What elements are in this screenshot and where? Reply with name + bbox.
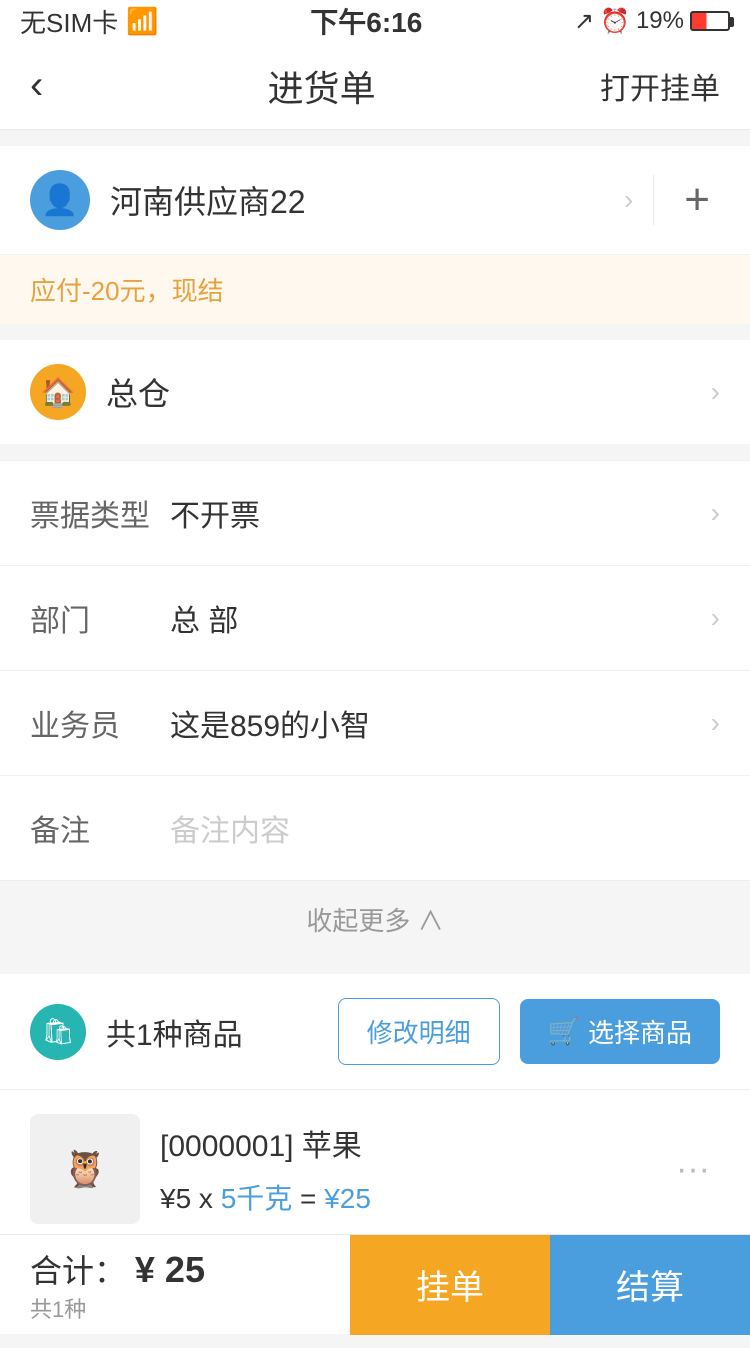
products-count: 共1种商品 — [106, 1010, 318, 1054]
remark-label: 备注 — [30, 806, 170, 850]
warehouse-name: 总仓 — [106, 369, 711, 415]
dept-row[interactable]: 部门 总 部 › — [0, 565, 750, 670]
warehouse-icon-symbol: 🏠 — [41, 376, 76, 409]
nav-bar: ‹ 进货单 打开挂单 — [0, 42, 750, 130]
invoice-value: 不开票 — [170, 491, 711, 535]
sales-row[interactable]: 业务员 这是859的小智 › — [0, 670, 750, 775]
status-bar: 无SIM卡 📶 下午6:16 ↗ ⏰ 19% — [0, 0, 750, 42]
product-thumbnail: 🦉 — [30, 1114, 140, 1224]
product-more-button[interactable]: ··· — [666, 1150, 720, 1189]
unit-price: ¥5 x — [160, 1183, 221, 1214]
collapse-bar[interactable]: 收起更多 ∧ — [0, 880, 750, 958]
avatar-icon: 👤 — [41, 183, 78, 218]
remark-input[interactable]: 备注内容 — [170, 806, 720, 850]
hang-button[interactable]: 挂单 — [350, 1235, 550, 1335]
wifi-icon: 📶 — [126, 6, 158, 37]
product-thumb-icon: 🦉 — [63, 1148, 108, 1190]
products-icon: 🛍 — [30, 1004, 86, 1060]
invoice-row[interactable]: 票据类型 不开票 › — [0, 460, 750, 565]
total-sub: 共1种 — [30, 1292, 320, 1324]
equals: = — [292, 1183, 324, 1214]
carrier-label: 无SIM卡 — [20, 3, 118, 40]
status-left: 无SIM卡 📶 — [20, 3, 159, 40]
sales-value: 这是859的小智 — [170, 701, 711, 745]
total-row: 合计： ¥ 25 — [30, 1246, 320, 1292]
page-title: 进货单 — [268, 60, 376, 112]
open-hang-button[interactable]: 打开挂单 — [600, 64, 720, 108]
warehouse-row[interactable]: 🏠 总仓 › — [0, 340, 750, 444]
invoice-label: 票据类型 — [30, 491, 170, 535]
sales-chevron-icon: › — [711, 707, 720, 739]
warehouse-icon: 🏠 — [30, 364, 86, 420]
warehouse-card: 🏠 总仓 › — [0, 340, 750, 444]
products-header: 🛍 共1种商品 修改明细 🛒 选择商品 — [0, 974, 750, 1089]
dept-value: 总 部 — [170, 596, 711, 640]
supplier-card: 👤 河南供应商22 › + 应付-20元，现结 — [0, 146, 750, 324]
battery-icon — [690, 11, 730, 31]
back-button[interactable]: ‹ — [30, 63, 43, 108]
add-supplier-button[interactable]: + — [674, 175, 720, 225]
total-section: 合计： ¥ 25 共1种 — [0, 1246, 350, 1324]
product-code: [0000001] — [160, 1130, 302, 1163]
gap-3 — [0, 444, 750, 460]
info-banner-text: 应付-20元，现结 — [30, 276, 224, 306]
invoice-chevron-icon: › — [711, 497, 720, 529]
select-product-label: 选择商品 — [588, 1013, 692, 1050]
dept-label: 部门 — [30, 596, 170, 640]
battery-percent: 19% — [636, 7, 684, 35]
status-time: 下午6:16 — [310, 1, 422, 41]
status-right: ↗ ⏰ 19% — [574, 7, 730, 36]
collapse-label: 收起更多 ∧ — [306, 906, 443, 936]
product-name: [0000001] 苹果 — [160, 1121, 646, 1165]
warehouse-chevron-icon: › — [711, 376, 720, 408]
product-info: [0000001] 苹果 ¥5 x 5千克 = ¥25 — [160, 1121, 646, 1217]
select-product-button[interactable]: 🛒 选择商品 — [520, 999, 720, 1064]
total-price: ¥25 — [324, 1183, 371, 1214]
form-card: 票据类型 不开票 › 部门 总 部 › 业务员 这是859的小智 › 备注 备注… — [0, 460, 750, 880]
dept-chevron-icon: › — [711, 602, 720, 634]
product-price: ¥5 x 5千克 = ¥25 — [160, 1177, 646, 1217]
remark-row[interactable]: 备注 备注内容 — [0, 775, 750, 880]
info-banner: 应付-20元，现结 — [0, 255, 750, 324]
supplier-avatar: 👤 — [30, 170, 90, 230]
supplier-row[interactable]: 👤 河南供应商22 › + — [0, 146, 750, 255]
products-icon-symbol: 🛍 — [41, 1016, 74, 1047]
supplier-name: 河南供应商22 — [110, 177, 624, 223]
product-item: 🦉 [0000001] 苹果 ¥5 x 5千克 = ¥25 ··· — [0, 1089, 750, 1248]
edit-detail-button[interactable]: 修改明细 — [338, 998, 500, 1065]
supplier-chevron-icon: › — [624, 184, 633, 216]
select-product-icon: 🛒 — [548, 1016, 580, 1047]
quantity: 5千克 — [221, 1183, 293, 1214]
gap-1 — [0, 130, 750, 146]
alarm-icon: ⏰ — [600, 7, 630, 36]
bottom-bar: 合计： ¥ 25 共1种 挂单 结算 — [0, 1234, 750, 1334]
location-icon: ↗ — [574, 7, 594, 36]
product-item-card: 🦉 [0000001] 苹果 ¥5 x 5千克 = ¥25 ··· — [0, 1089, 750, 1248]
supplier-divider — [653, 175, 654, 225]
total-label: 合计： — [30, 1253, 126, 1289]
checkout-button[interactable]: 结算 — [550, 1235, 750, 1335]
gap-2 — [0, 324, 750, 340]
sales-label: 业务员 — [30, 701, 170, 745]
product-title: 苹果 — [302, 1130, 362, 1163]
total-amount: ¥ 25 — [135, 1249, 205, 1290]
